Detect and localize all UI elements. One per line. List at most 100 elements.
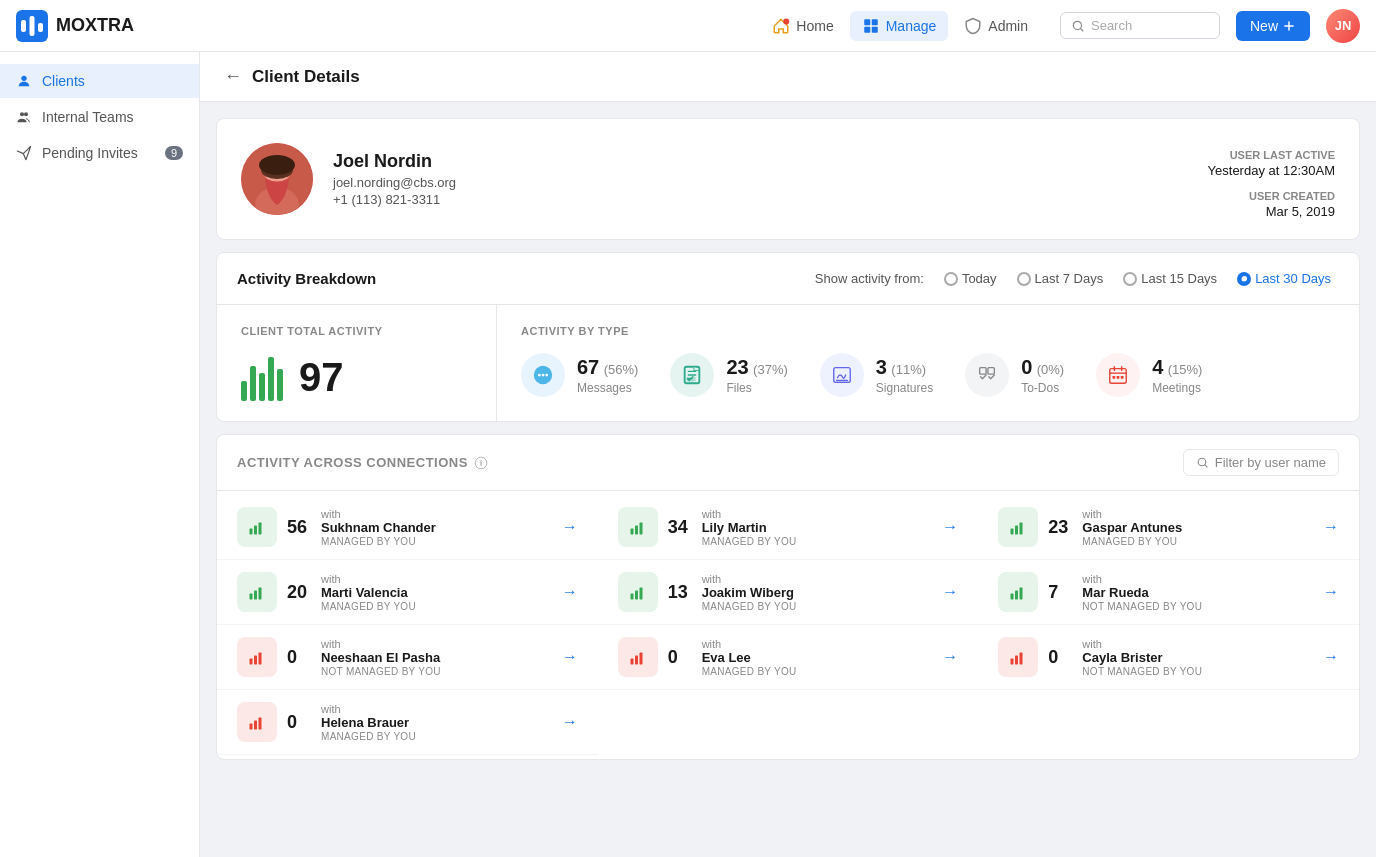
logo[interactable]: MOXTRA bbox=[16, 10, 134, 42]
conn-arrow-button[interactable]: → bbox=[562, 713, 578, 731]
signatures-data: 3 (11%) Signatures bbox=[876, 356, 933, 395]
files-icon-wrap bbox=[670, 353, 714, 397]
signatures-pct: (11%) bbox=[891, 362, 926, 377]
conn-arrow-button[interactable]: → bbox=[1323, 583, 1339, 601]
nav-manage[interactable]: Manage bbox=[850, 11, 949, 41]
svg-rect-3 bbox=[38, 23, 43, 32]
bar-1 bbox=[241, 381, 247, 401]
last-active-value: Yesterday at 12:30AM bbox=[1208, 163, 1335, 178]
nav-home[interactable]: Home bbox=[760, 11, 845, 41]
created-value: Mar 5, 2019 bbox=[1208, 204, 1335, 219]
filter-15days[interactable]: Last 15 Days bbox=[1115, 267, 1225, 290]
svg-rect-2 bbox=[30, 16, 35, 36]
nav-admin-label: Admin bbox=[988, 18, 1028, 34]
meetings-name: Meetings bbox=[1152, 381, 1202, 395]
svg-point-21 bbox=[542, 374, 545, 377]
connections-header: ACTIVITY ACROSS CONNECTIONS Filter by us… bbox=[217, 435, 1359, 491]
filter-15days-label: Last 15 Days bbox=[1141, 271, 1217, 286]
sidebar-item-pending-invites[interactable]: Pending Invites 9 bbox=[0, 136, 199, 170]
conn-num-text: 7 bbox=[1048, 582, 1072, 603]
svg-rect-63 bbox=[259, 718, 262, 730]
activity-bar-icon bbox=[1009, 648, 1027, 666]
files-data: 23 (37%) Files bbox=[726, 356, 787, 395]
conn-arrow-button[interactable]: → bbox=[942, 583, 958, 601]
list-item: 0 with Cayla Brister NOT MANAGED BY YOU … bbox=[978, 625, 1359, 690]
conn-num-text: 0 bbox=[287, 712, 311, 733]
signatures-icon bbox=[831, 364, 853, 386]
total-number: 97 bbox=[299, 355, 344, 400]
conn-name: Mar Rueda bbox=[1082, 585, 1313, 600]
list-item: 13 with Joakim Wiberg MANAGED BY YOU → bbox=[598, 560, 979, 625]
filter-7days[interactable]: Last 7 Days bbox=[1009, 267, 1112, 290]
conn-info: with Helena Brauer MANAGED BY YOU bbox=[321, 703, 552, 742]
bar-chart-icon bbox=[241, 353, 283, 401]
svg-rect-8 bbox=[871, 26, 877, 32]
sidebar-item-internal-teams[interactable]: Internal Teams bbox=[0, 100, 199, 134]
svg-rect-5 bbox=[864, 19, 870, 25]
conn-arrow-button[interactable]: → bbox=[942, 518, 958, 536]
conn-icon bbox=[237, 507, 277, 547]
svg-rect-43 bbox=[250, 594, 253, 600]
conn-arrow-button[interactable]: → bbox=[562, 518, 578, 536]
conn-name: Cayla Brister bbox=[1082, 650, 1313, 665]
nav-items: Home Manage Admin bbox=[760, 11, 1040, 41]
svg-rect-62 bbox=[254, 721, 257, 730]
meetings-icon-wrap bbox=[1096, 353, 1140, 397]
filter-user-input[interactable]: Filter by user name bbox=[1183, 449, 1339, 476]
svg-rect-50 bbox=[1015, 591, 1018, 600]
conn-arrow-button[interactable]: → bbox=[562, 648, 578, 666]
radio-30days bbox=[1237, 272, 1251, 286]
svg-rect-35 bbox=[254, 526, 257, 535]
activity-filter: Show activity from: Today Last 7 Days La… bbox=[815, 267, 1339, 290]
svg-rect-45 bbox=[259, 588, 262, 600]
bar-5 bbox=[277, 369, 283, 401]
sidebar: Clients Internal Teams Pending Invites 9 bbox=[0, 52, 200, 857]
activity-bar-icon bbox=[629, 518, 647, 536]
conn-name: Gaspar Antunes bbox=[1082, 520, 1313, 535]
sidebar-item-clients[interactable]: Clients bbox=[0, 64, 199, 98]
conn-arrow-button[interactable]: → bbox=[1323, 518, 1339, 536]
messages-count: 67 bbox=[577, 356, 599, 378]
svg-rect-30 bbox=[1117, 376, 1120, 379]
conn-arrow-button[interactable]: → bbox=[942, 648, 958, 666]
conn-name: Marti Valencia bbox=[321, 585, 552, 600]
activity-body: CLIENT TOTAL ACTIVITY 97 ACTIVITY BY bbox=[217, 305, 1359, 421]
filter-today[interactable]: Today bbox=[936, 267, 1005, 290]
user-avatar[interactable]: JN bbox=[1326, 9, 1360, 43]
conn-arrow-button[interactable]: → bbox=[562, 583, 578, 601]
conn-num-text: 56 bbox=[287, 517, 311, 538]
home-icon bbox=[772, 17, 790, 35]
back-button[interactable]: ← bbox=[224, 66, 242, 87]
activity-bar-icon bbox=[248, 648, 266, 666]
filter-30days[interactable]: Last 30 Days bbox=[1229, 267, 1339, 290]
plus-icon bbox=[1282, 19, 1296, 33]
svg-point-22 bbox=[545, 374, 548, 377]
conn-info: with Gaspar Antunes MANAGED BY YOU bbox=[1082, 508, 1313, 547]
list-item: 7 with Mar Rueda NOT MANAGED BY YOU → bbox=[978, 560, 1359, 625]
todos-data: 0 (0%) To-Dos bbox=[1021, 356, 1064, 395]
svg-rect-37 bbox=[630, 529, 633, 535]
messages-data: 67 (56%) Messages bbox=[577, 356, 638, 395]
nav-admin[interactable]: Admin bbox=[952, 11, 1040, 41]
svg-rect-53 bbox=[254, 656, 257, 665]
conn-managed: MANAGED BY YOU bbox=[321, 536, 552, 547]
search-box[interactable]: Search bbox=[1060, 12, 1220, 39]
conn-name: Sukhnam Chander bbox=[321, 520, 552, 535]
bar-2 bbox=[250, 366, 256, 401]
sidebar-label-internal-teams: Internal Teams bbox=[42, 109, 134, 125]
search-placeholder: Search bbox=[1091, 18, 1132, 33]
total-label: CLIENT TOTAL ACTIVITY bbox=[241, 325, 472, 337]
messages-icon bbox=[532, 364, 554, 386]
conn-with: with bbox=[321, 573, 552, 585]
todos-pct: (0%) bbox=[1037, 362, 1064, 377]
conn-info: with Sukhnam Chander MANAGED BY YOU bbox=[321, 508, 552, 547]
conn-arrow-button[interactable]: → bbox=[1323, 648, 1339, 666]
conn-name: Joakim Wiberg bbox=[702, 585, 933, 600]
conn-managed: MANAGED BY YOU bbox=[702, 536, 933, 547]
conn-icon bbox=[998, 637, 1038, 677]
client-card: Joel Nordin joel.nording@cbs.org +1 (113… bbox=[216, 118, 1360, 240]
conn-icon bbox=[618, 637, 658, 677]
filter-7days-label: Last 7 Days bbox=[1035, 271, 1104, 286]
new-button[interactable]: New bbox=[1236, 11, 1310, 41]
conn-with: with bbox=[702, 508, 933, 520]
